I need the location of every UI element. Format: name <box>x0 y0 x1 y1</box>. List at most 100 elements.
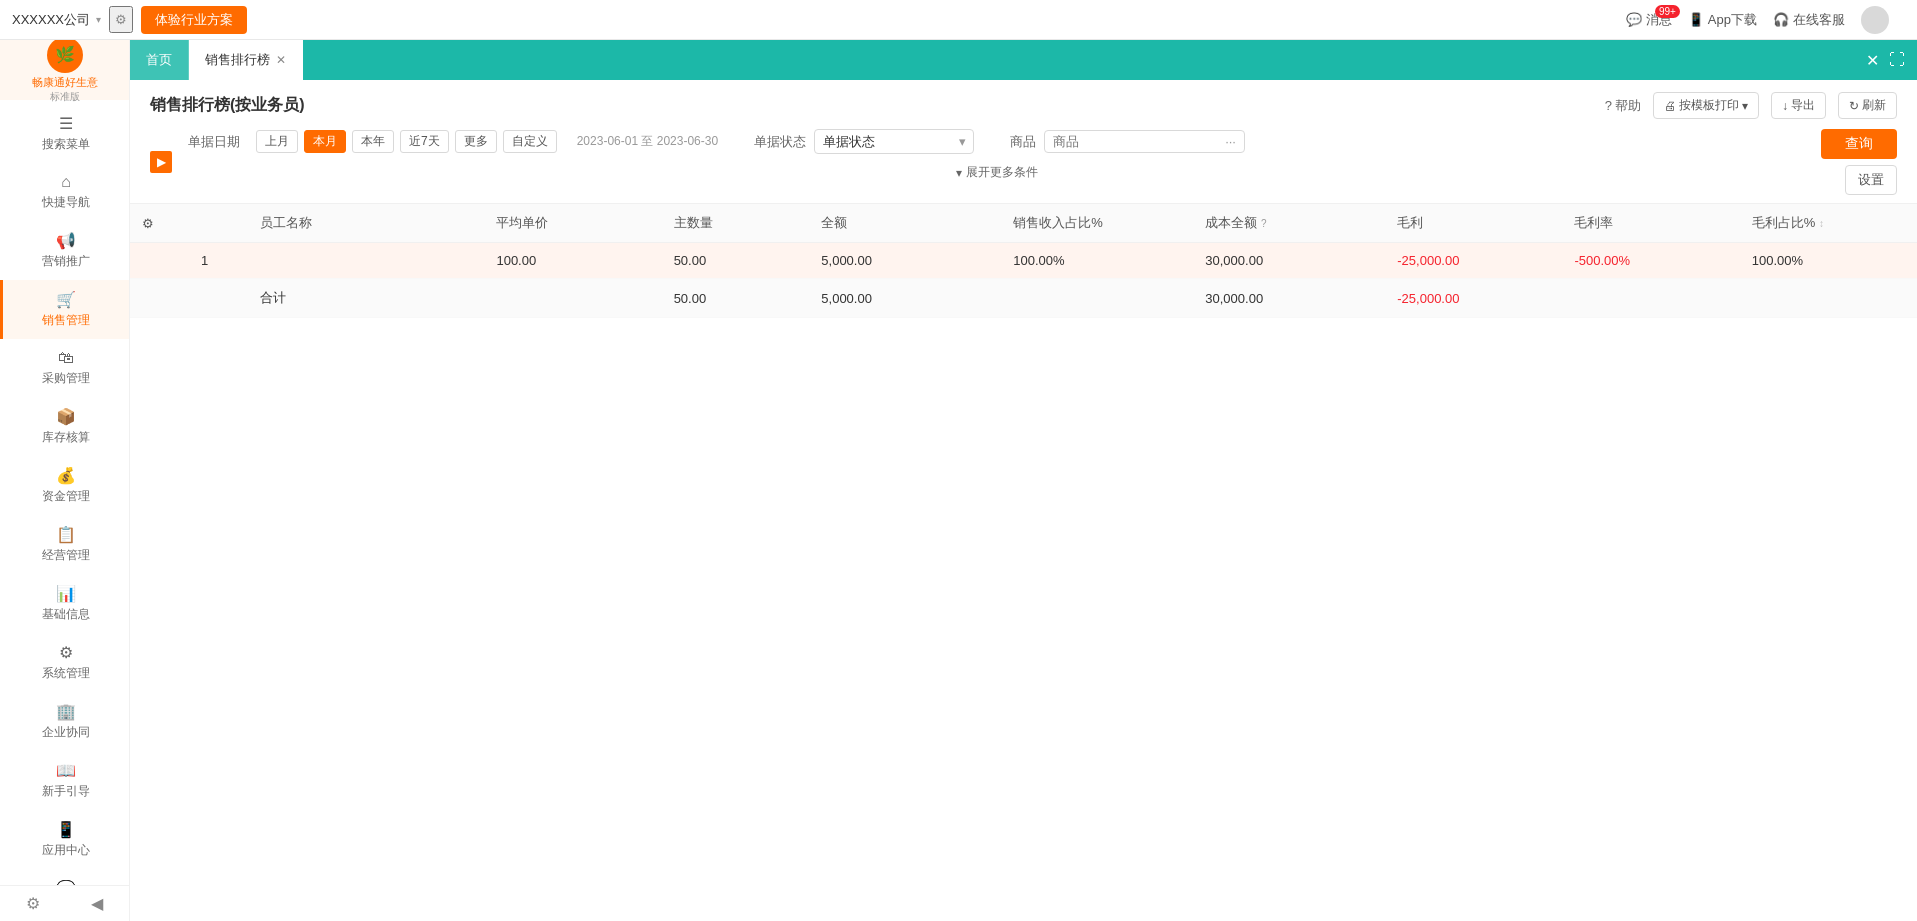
main-layout: 🌿 畅康通好生意 标准版 ☰ 搜索菜单 ⌂ 快捷导航 📢 营销推广 🛒 销售管理 <box>0 40 1917 921</box>
query-button[interactable]: 查询 <box>1821 129 1897 159</box>
sidebar-item-inventory[interactable]: 📦 库存核算 <box>0 397 129 456</box>
table-wrapper: ⚙ 员工名称 平均单价 主数量 全额 销售收入占比% 成本全额 ? 毛利 毛利率… <box>130 204 1917 921</box>
date-btn-7days[interactable]: 近7天 <box>400 130 449 153</box>
expand-more-btn[interactable]: ▾ 展开更多条件 <box>956 164 1038 181</box>
sidebar-item-search[interactable]: ☰ 搜索菜单 <box>0 104 129 163</box>
sidebar-item-marketing[interactable]: 📢 营销推广 <box>0 221 129 280</box>
goods-input[interactable] <box>1053 134 1221 149</box>
date-btn-custom[interactable]: 自定义 <box>503 130 557 153</box>
help-icon: ? <box>1605 98 1612 113</box>
settings-icon[interactable]: ⚙ <box>109 6 133 33</box>
tab-close-icon[interactable]: ✕ <box>276 53 286 67</box>
footer-label: 合计 <box>248 279 484 318</box>
footer-gross-pct <box>1740 279 1917 318</box>
goods-input-wrap: ··· <box>1044 130 1245 153</box>
status-select[interactable]: 单据状态 <box>814 129 974 154</box>
sidebar-item-operations[interactable]: 📋 经营管理 <box>0 515 129 574</box>
refresh-icon: ↻ <box>1849 99 1859 113</box>
sidebar-collapse-icon[interactable]: ◀ <box>91 894 103 913</box>
system-icon: ⚙ <box>59 643 73 662</box>
logo-text: 畅康通好生意 <box>32 75 98 90</box>
expand-more-label: 展开更多条件 <box>966 164 1038 181</box>
cell-settings <box>130 243 189 279</box>
tab-home[interactable]: 首页 <box>130 40 189 80</box>
refresh-button[interactable]: ↻ 刷新 <box>1838 92 1897 119</box>
sidebar-label-sales: 销售管理 <box>42 312 90 329</box>
company-selector[interactable]: XXXXXX公司 ▾ <box>12 11 101 29</box>
th-sales-pct: 销售收入占比% <box>1001 204 1193 243</box>
goods-filter-label: 商品 <box>1010 133 1036 151</box>
th-avg-price: 平均单价 <box>484 204 661 243</box>
tab-sales-rank[interactable]: 销售排行榜 ✕ <box>189 40 303 80</box>
th-settings[interactable]: ⚙ <box>130 204 189 243</box>
trial-button[interactable]: 体验行业方案 <box>141 6 247 34</box>
purchase-icon: 🛍 <box>58 349 74 367</box>
sort-icon[interactable]: ↕ <box>1819 218 1824 229</box>
sidebar-item-wechat[interactable]: 💬 企业微信 <box>0 869 129 885</box>
date-btn-this-year[interactable]: 本年 <box>352 130 394 153</box>
filter-expand-arrow[interactable]: ▶ <box>150 151 172 173</box>
table-row: 1 100.00 50.00 5,000.00 100.00% 30,000.0… <box>130 243 1917 279</box>
tab-close-all-icon[interactable]: ✕ <box>1866 51 1879 70</box>
logo-area: 🌿 畅康通好生意 标准版 <box>0 40 129 100</box>
th-main-qty: 主数量 <box>662 204 810 243</box>
sidebar-label-system: 系统管理 <box>42 665 90 682</box>
date-btn-this-month[interactable]: 本月 <box>304 130 346 153</box>
footer-cost-total: 30,000.00 <box>1193 279 1385 318</box>
sidebar-item-basic[interactable]: 📊 基础信息 <box>0 574 129 633</box>
home-icon: ⌂ <box>61 173 71 191</box>
message-area[interactable]: 💬 消息 99+ <box>1626 11 1672 29</box>
help-link[interactable]: ? 帮助 <box>1605 97 1641 115</box>
page-content: 销售排行榜(按业务员) ? 帮助 🖨 按模板打印 ▾ ↓ <box>130 80 1917 921</box>
th-gross: 毛利 <box>1385 204 1562 243</box>
online-service[interactable]: 🎧 在线客服 <box>1773 11 1845 29</box>
printer-icon: 🖨 <box>1664 99 1676 113</box>
sidebar-item-system[interactable]: ⚙ 系统管理 <box>0 633 129 692</box>
avatar[interactable] <box>1861 6 1889 34</box>
table-header: ⚙ 员工名称 平均单价 主数量 全额 销售收入占比% 成本全额 ? 毛利 毛利率… <box>130 204 1917 243</box>
settings-button[interactable]: 设置 <box>1845 165 1897 195</box>
sidebar-item-apps[interactable]: 📱 应用中心 <box>0 810 129 869</box>
template-print-button[interactable]: 🖨 按模板打印 ▾ <box>1653 92 1759 119</box>
cell-gross: -25,000.00 <box>1385 243 1562 279</box>
date-btn-more[interactable]: 更多 <box>455 130 497 153</box>
company-name: XXXXXX公司 <box>12 11 90 29</box>
logo-icon: 🌿 <box>47 40 83 73</box>
date-btn-last-month[interactable]: 上月 <box>256 130 298 153</box>
message-badge: 99+ <box>1655 5 1680 18</box>
ellipsis-icon[interactable]: ··· <box>1225 134 1236 149</box>
message-icon: 💬 <box>1626 12 1642 27</box>
th-total: 全额 <box>809 204 1001 243</box>
tab-home-label: 首页 <box>146 51 172 69</box>
cell-cost-total: 30,000.00 <box>1193 243 1385 279</box>
sidebar-item-finance[interactable]: 💰 资金管理 <box>0 456 129 515</box>
sidebar-label-purchase: 采购管理 <box>42 370 90 387</box>
cell-gross-pct: 100.00% <box>1740 243 1917 279</box>
app-download[interactable]: 📱 App下载 <box>1688 11 1757 29</box>
th-gross-rate: 毛利率 <box>1562 204 1739 243</box>
sidebar-item-sales[interactable]: 🛒 销售管理 <box>0 280 129 339</box>
sidebar-nav: ☰ 搜索菜单 ⌂ 快捷导航 📢 营销推广 🛒 销售管理 🛍 采购管理 📦 库 <box>0 100 129 885</box>
sidebar-item-purchase[interactable]: 🛍 采购管理 <box>0 339 129 397</box>
top-right-area: 💬 消息 99+ 📱 App下载 🎧 在线客服 <box>1626 6 1905 34</box>
sidebar-item-guide[interactable]: 📖 新手引导 <box>0 751 129 810</box>
table-body: 1 100.00 50.00 5,000.00 100.00% 30,000.0… <box>130 243 1917 279</box>
app-download-label: App下载 <box>1708 11 1757 29</box>
sidebar-item-enterprise[interactable]: 🏢 企业协同 <box>0 692 129 751</box>
export-button[interactable]: ↓ 导出 <box>1771 92 1826 119</box>
filter-main-row: ▶ 单据日期 上月 本月 本年 近7天 更多 自定义 <box>150 129 1897 195</box>
sidebar-settings-icon[interactable]: ⚙ <box>26 894 40 913</box>
chevron-down-icon: ▾ <box>96 14 101 25</box>
chevron-down-icon: ▾ <box>956 166 962 180</box>
sidebar-item-quick-nav[interactable]: ⌂ 快捷导航 <box>0 163 129 221</box>
export-icon: ↓ <box>1782 99 1788 113</box>
data-table: ⚙ 员工名称 平均单价 主数量 全额 销售收入占比% 成本全额 ? 毛利 毛利率… <box>130 204 1917 318</box>
more-conditions-row: ▾ 展开更多条件 <box>188 160 1805 185</box>
page-header: 销售排行榜(按业务员) ? 帮助 🖨 按模板打印 ▾ ↓ <box>130 80 1917 204</box>
online-service-label: 在线客服 <box>1793 11 1845 29</box>
status-filter-label: 单据状态 <box>754 133 806 151</box>
cost-total-help-icon[interactable]: ? <box>1261 218 1267 229</box>
tab-fullscreen-icon[interactable]: ⛶ <box>1889 51 1905 69</box>
basic-icon: 📊 <box>56 584 76 603</box>
refresh-label: 刷新 <box>1862 97 1886 114</box>
